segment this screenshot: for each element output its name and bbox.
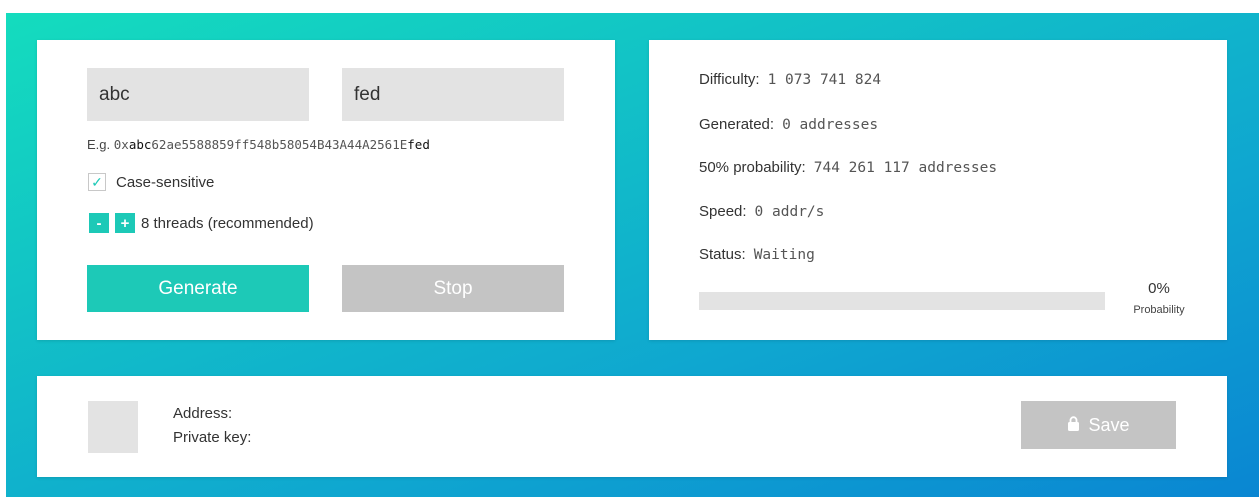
threads-label: 8 threads (recommended) bbox=[141, 214, 314, 232]
check-icon: ✓ bbox=[91, 173, 103, 190]
probability-value: 744 261 117 addresses bbox=[813, 160, 998, 176]
private-key-label: Private key: bbox=[173, 429, 252, 446]
case-sensitive-label: Case-sensitive bbox=[116, 173, 215, 191]
example-suffix-highlight: fed bbox=[407, 137, 430, 152]
prefix-input[interactable] bbox=[87, 68, 309, 121]
status-label: Status: bbox=[699, 246, 746, 263]
threads-row: - + 8 threads (recommended) bbox=[89, 213, 314, 233]
lock-icon bbox=[1067, 415, 1080, 436]
probability-stat: 50% probability: 744 261 117 addresses bbox=[699, 159, 997, 176]
status-value: Waiting bbox=[753, 247, 815, 263]
example-address: E.g. 0xabc62ae5588859ff548b58054B43A44A2… bbox=[87, 137, 430, 152]
speed-label: Speed: bbox=[699, 203, 747, 220]
result-panel: Address: Private key: Save bbox=[37, 376, 1227, 477]
threads-increment-button[interactable]: + bbox=[115, 213, 135, 233]
generated-label: Generated: bbox=[699, 116, 775, 133]
probability-progress-bar bbox=[699, 292, 1105, 310]
example-0x: 0x bbox=[113, 137, 129, 152]
example-prefix-highlight: abc bbox=[128, 137, 152, 152]
probability-label: 50% probability: bbox=[699, 159, 806, 176]
progress-percent: 0% bbox=[1148, 280, 1170, 297]
speed-stat: Speed: 0 addr/s bbox=[699, 203, 824, 220]
save-button[interactable]: Save bbox=[1021, 401, 1176, 449]
generator-panel: E.g. 0xabc62ae5588859ff548b58054B43A44A2… bbox=[37, 40, 615, 340]
status-stat: Status: Waiting bbox=[699, 246, 815, 263]
difficulty-stat: Difficulty: 1 073 741 824 bbox=[699, 71, 881, 88]
save-label: Save bbox=[1088, 414, 1130, 435]
speed-value: 0 addr/s bbox=[754, 204, 825, 220]
difficulty-value: 1 073 741 824 bbox=[767, 72, 882, 88]
generated-stat: Generated: 0 addresses bbox=[699, 116, 878, 133]
difficulty-label: Difficulty: bbox=[699, 71, 760, 88]
address-label: Address: bbox=[173, 405, 233, 422]
address-identicon bbox=[88, 401, 138, 453]
example-middle: 62ae5588859ff548b58054B43A44A2561E bbox=[151, 137, 408, 152]
stats-panel: Difficulty: 1 073 741 824 Generated: 0 add… bbox=[649, 40, 1227, 340]
generate-button[interactable]: Generate bbox=[87, 265, 309, 312]
case-sensitive-row[interactable]: ✓ Case-sensitive bbox=[88, 173, 214, 191]
case-sensitive-checkbox[interactable]: ✓ bbox=[88, 173, 106, 191]
example-label: E.g. bbox=[87, 137, 111, 152]
example-value: 0xabc62ae5588859ff548b58054B43A44A2561Ef… bbox=[114, 137, 430, 152]
progress-caption: Probability bbox=[1133, 304, 1185, 316]
generated-value: 0 addresses bbox=[782, 117, 879, 133]
stop-button[interactable]: Stop bbox=[342, 265, 564, 312]
threads-decrement-button[interactable]: - bbox=[89, 213, 109, 233]
suffix-input[interactable] bbox=[342, 68, 564, 121]
